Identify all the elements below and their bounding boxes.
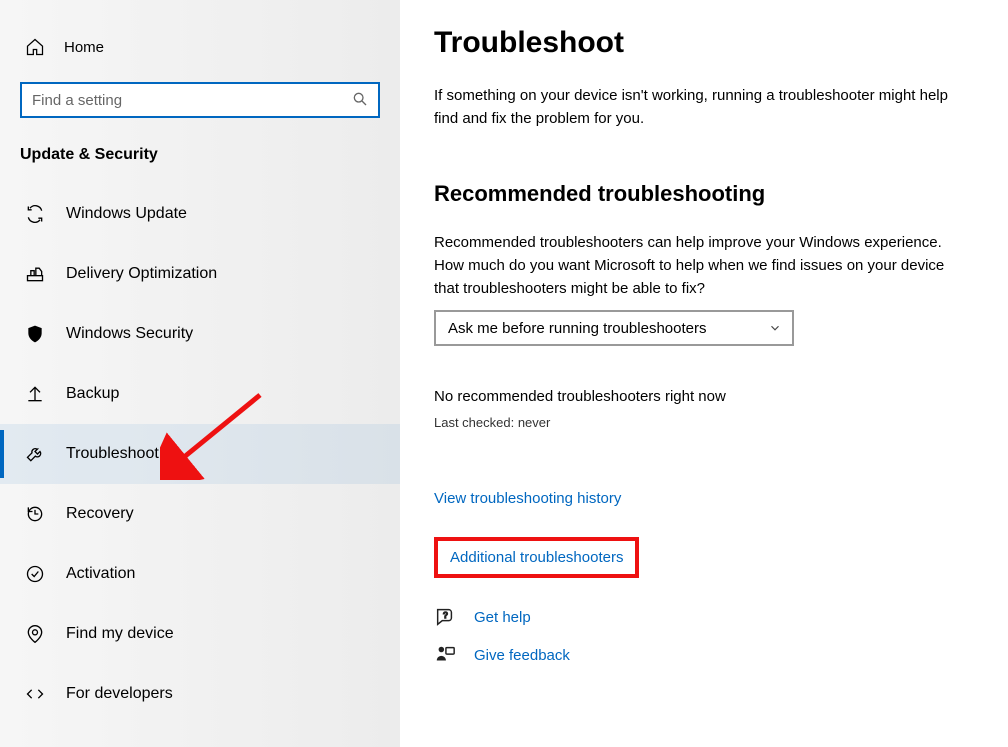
developers-icon (24, 683, 46, 705)
delivery-icon (24, 263, 46, 285)
dropdown-selected-value: Ask me before running troubleshooters (448, 320, 706, 337)
feedback-icon (434, 644, 456, 666)
page-title: Troubleshoot (434, 26, 972, 60)
sync-icon (24, 203, 46, 225)
recommended-frequency-dropdown[interactable]: Ask me before running troubleshooters (434, 310, 794, 346)
sidebar-item-windows-security[interactable]: Windows Security (0, 304, 400, 364)
settings-sidebar: Home Update & Security Windows Update Del… (0, 0, 400, 747)
sidebar-item-backup[interactable]: Backup (0, 364, 400, 424)
get-help-link[interactable]: Get help (474, 609, 531, 626)
chevron-down-icon (768, 321, 782, 335)
give-feedback-link[interactable]: Give feedback (474, 647, 570, 664)
shield-icon (24, 323, 46, 345)
additional-troubleshooters-highlight: Additional troubleshooters (434, 537, 639, 578)
sidebar-nav-list: Windows Update Delivery Optimization Windo… (0, 184, 400, 724)
page-intro: If something on your device isn't workin… (434, 84, 964, 131)
sidebar-item-activation[interactable]: Activation (0, 544, 400, 604)
view-history-link[interactable]: View troubleshooting history (434, 490, 621, 507)
backup-icon (24, 383, 46, 405)
no-recommended-text: No recommended troubleshooters right now (434, 388, 972, 405)
recommended-description: Recommended troubleshooters can help imp… (434, 231, 964, 301)
sidebar-item-label: Windows Update (66, 205, 187, 223)
sidebar-item-label: Activation (66, 565, 135, 583)
search-settings-input[interactable] (20, 82, 380, 118)
sidebar-item-label: Troubleshoot (66, 445, 159, 463)
sidebar-item-label: Recovery (66, 505, 134, 523)
recommended-heading: Recommended troubleshooting (434, 181, 972, 207)
search-field[interactable] (32, 92, 352, 109)
sidebar-item-label: For developers (66, 685, 173, 703)
get-help-icon: ? (434, 606, 456, 628)
wrench-icon (24, 443, 46, 465)
sidebar-item-find-my-device[interactable]: Find my device (0, 604, 400, 664)
sidebar-item-label: Windows Security (66, 325, 193, 343)
findmydevice-icon (24, 623, 46, 645)
last-checked-text: Last checked: never (434, 415, 972, 430)
sidebar-item-windows-update[interactable]: Windows Update (0, 184, 400, 244)
svg-text:?: ? (443, 611, 448, 620)
activation-icon (24, 563, 46, 585)
category-heading: Update & Security (0, 118, 400, 184)
sidebar-item-troubleshoot[interactable]: Troubleshoot (0, 424, 400, 484)
home-icon (24, 36, 46, 58)
home-label: Home (64, 39, 104, 56)
get-help-row[interactable]: ? Get help (434, 606, 972, 628)
search-icon (352, 91, 370, 109)
sidebar-item-for-developers[interactable]: For developers (0, 664, 400, 724)
sidebar-item-label: Delivery Optimization (66, 265, 217, 283)
additional-troubleshooters-link[interactable]: Additional troubleshooters (450, 549, 623, 566)
sidebar-item-recovery[interactable]: Recovery (0, 484, 400, 544)
sidebar-item-delivery-optimization[interactable]: Delivery Optimization (0, 244, 400, 304)
main-content: Troubleshoot If something on your device… (400, 0, 1008, 747)
sidebar-item-label: Find my device (66, 625, 174, 643)
recovery-icon (24, 503, 46, 525)
sidebar-item-label: Backup (66, 385, 119, 403)
home-nav[interactable]: Home (0, 26, 400, 68)
give-feedback-row[interactable]: Give feedback (434, 644, 972, 666)
